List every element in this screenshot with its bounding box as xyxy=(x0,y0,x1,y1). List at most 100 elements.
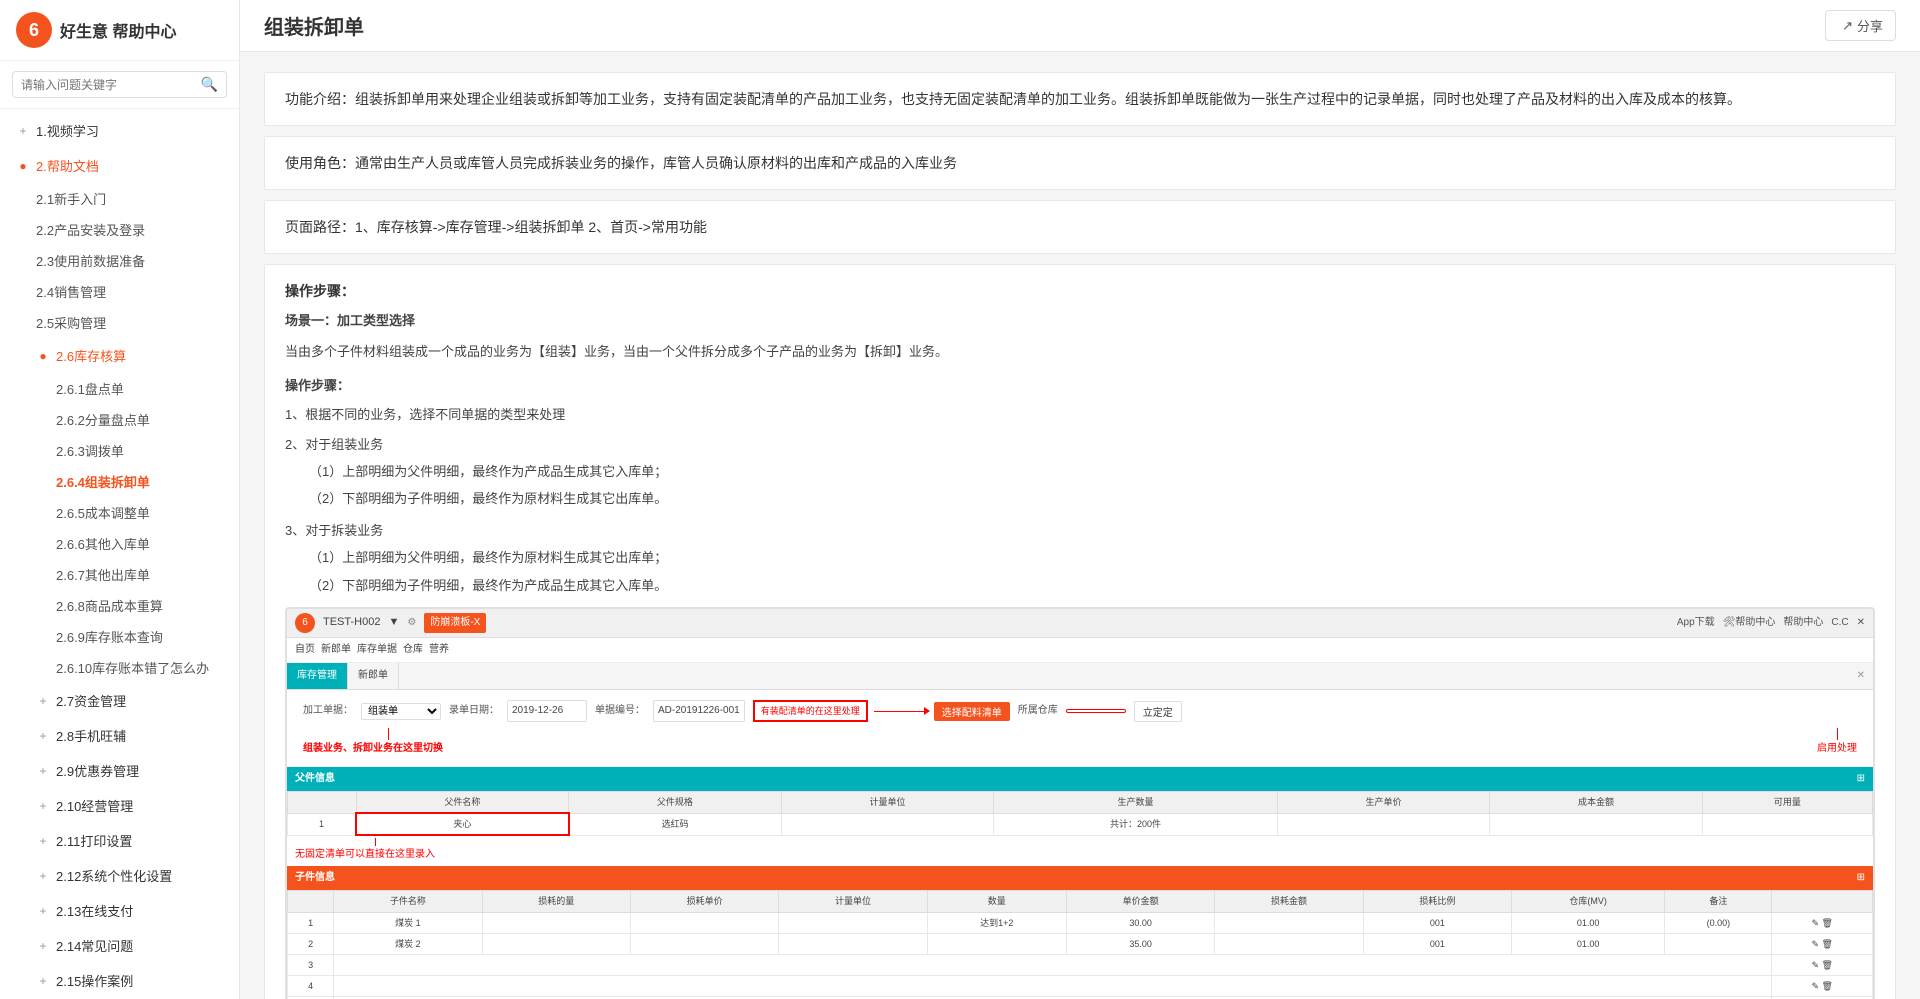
share-icon: ↗ xyxy=(1842,18,1853,34)
step1: 1、根据不同的业务，选择不同单据的类型来处理 xyxy=(285,403,1875,426)
table-row: 2 煤炭 2 35.00 001 xyxy=(288,933,1873,954)
sidebar-item-2-1[interactable]: 2.1新手入门 xyxy=(0,183,239,214)
share-label: 分享 xyxy=(1857,16,1883,35)
sidebar-item-2-6-8[interactable]: 2.6.8商品成本重算 xyxy=(0,590,239,621)
table-row: 4 ✎ 🗑 xyxy=(288,976,1873,997)
mock-nav-home: 自页 xyxy=(295,641,315,659)
sidebar-item-2-15[interactable]: + 2.15操作案例 xyxy=(0,963,239,998)
main-content: 组装拆卸单 ↗ 分享 功能介绍：组装拆卸单用来处理企业组装或拆卸等加工业务，支持… xyxy=(240,0,1920,999)
mock-th-6: 成本金额 xyxy=(1490,792,1703,814)
mock-btn-submit[interactable]: 立定定 xyxy=(1134,701,1182,722)
mock-ctd-3-0: 4 xyxy=(288,976,334,997)
mock-tab-kucun[interactable]: 库存管理 xyxy=(287,663,348,689)
mock-version: ⚙ xyxy=(407,614,416,632)
expand-icon-2-7: + xyxy=(36,694,50,708)
search-icon[interactable]: 🔍 xyxy=(201,76,218,93)
mock-nav-warehouse: 仓库 xyxy=(403,641,423,659)
mock-th-1: 父件名称 xyxy=(356,792,569,814)
mock-ctd-0-10: (0.00) xyxy=(1665,912,1772,933)
sidebar-item-2-10[interactable]: + 2.10经营管理 xyxy=(0,788,239,823)
mock-cth-6: 单价金额 xyxy=(1066,891,1214,912)
mock-td-avail xyxy=(1702,813,1872,835)
mock-ctd-1-4 xyxy=(779,933,927,954)
sidebar-item-label-1: 1.视频学习 xyxy=(36,121,99,140)
mock-select-jiagong[interactable]: 组装单 拆卸单 xyxy=(361,703,441,720)
scene1-title: 场景一：加工类型选择 xyxy=(285,309,1875,332)
sidebar-item-2-6-3[interactable]: 2.6.3调拨单 xyxy=(0,435,239,466)
mock-ctd-0-6: 30.00 xyxy=(1066,912,1214,933)
mock-ctd-2-rest xyxy=(334,955,1772,976)
mock-ctd-0-1: 煤炭 1 xyxy=(334,912,482,933)
mock-th-5: 生产单价 xyxy=(1277,792,1490,814)
sidebar-item-2-3[interactable]: 2.3使用前数据准备 xyxy=(0,245,239,276)
steps-label: 操作步骤： xyxy=(285,374,1875,397)
sidebar-item-2-6-9[interactable]: 2.6.9库存账本查询 xyxy=(0,621,239,652)
mock-logo: 6 xyxy=(295,613,315,633)
step2: 2、对于组装业务 xyxy=(285,433,1875,456)
sidebar-item-2-6-2[interactable]: 2.6.2分量盘点单 xyxy=(0,404,239,435)
sidebar-item-2-7[interactable]: + 2.7资金管理 xyxy=(0,683,239,718)
mock-cangku-input[interactable] xyxy=(1066,709,1126,713)
sidebar-item-2-11[interactable]: + 2.11打印设置 xyxy=(0,823,239,858)
screenshot-wrapper: 6 TEST-H002 ▼ ⚙ 防崩溃板-X App下载 🛠帮助中心 帮助中心 … xyxy=(285,607,1875,999)
sidebar-item-label-2-7: 2.7资金管理 xyxy=(56,691,126,710)
mock-tabs: 库存管理 新郎单 ✕ xyxy=(287,663,1873,690)
mock-tab-new[interactable]: 新郎单 xyxy=(348,663,399,689)
sidebar-item-2-6-1[interactable]: 2.6.1盘点单 xyxy=(0,373,239,404)
sidebar-item-2-2[interactable]: 2.2产品安装及登录 xyxy=(0,214,239,245)
sidebar-item-2-6-5[interactable]: 2.6.5成本调整单 xyxy=(0,497,239,528)
mock-child-header: 子件信息 ⊞ xyxy=(287,866,1873,890)
search-area: 🔍 xyxy=(0,61,239,109)
mock-td-spec: 选红码 xyxy=(569,813,782,835)
sidebar-item-2-6[interactable]: ● 2.6库存核算 xyxy=(0,338,239,373)
search-box[interactable]: 🔍 xyxy=(12,71,227,98)
sidebar-item-2-4[interactable]: 2.4销售管理 xyxy=(0,276,239,307)
sidebar-item-2-6-10[interactable]: 2.6.10库存账本错了怎么办 xyxy=(0,652,239,683)
share-button[interactable]: ↗ 分享 xyxy=(1825,10,1896,41)
sidebar-item-2-12[interactable]: + 2.12系统个性化设置 xyxy=(0,858,239,893)
mock-annotation1-area: 有装配清单的在这里处理 选择配料清单 xyxy=(753,700,1010,722)
mock-th-0 xyxy=(288,792,357,814)
mock-cth-4: 计量单位 xyxy=(779,891,927,912)
mock-label-date: 录单日期： xyxy=(449,702,499,720)
sidebar-item-2-8[interactable]: + 2.8手机旺辅 xyxy=(0,718,239,753)
sidebar-item-docs[interactable]: ● 2.帮助文档 xyxy=(0,148,239,183)
mock-dropdown-icon: ▼ xyxy=(388,613,399,633)
path-text: 页面路径：1、库存核算->库存管理->组装拆卸单 2、首页->常用功能 xyxy=(285,217,1875,237)
mock-child-table-wrap: 子件名称 损耗的量 损耗单价 计量单位 数量 单价金额 损耗金额 损耗比例 仓库 xyxy=(287,890,1873,999)
mock-nav-nutrition: 营养 xyxy=(429,641,449,659)
sidebar-item-2-6-7[interactable]: 2.6.7其他出库单 xyxy=(0,559,239,590)
logo-area: 6 好生意 帮助中心 xyxy=(0,0,239,61)
expand-icon-2-13: + xyxy=(36,904,50,918)
mock-cth-8: 损耗比例 xyxy=(1363,891,1511,912)
mock-tab-spacer: ✕ xyxy=(399,663,1873,689)
mock-label-bianhao: 单据编号： xyxy=(595,702,645,720)
mock-ctd-1-9: 01.00 xyxy=(1512,933,1665,954)
search-input[interactable] xyxy=(21,78,201,92)
mock-ctd-1-11: ✎ 🗑 xyxy=(1772,933,1873,954)
intro-block: 功能介绍：组装拆卸单用来处理企业组装或拆卸等加工业务，支持有固定装配清单的产品加… xyxy=(264,72,1896,126)
sidebar-item-2-5[interactable]: 2.5采购管理 xyxy=(0,307,239,338)
mock-ctd-3-11: ✎ 🗑 xyxy=(1772,976,1873,997)
mock-ctd-3-rest xyxy=(334,976,1772,997)
mock-tab-close: ✕ xyxy=(1857,667,1865,685)
mock-annotation4-area: 无固定清单可以直接在这里录入 xyxy=(287,836,1873,866)
sidebar-item-2-14[interactable]: + 2.14常见问题 xyxy=(0,928,239,963)
mock-cth-11 xyxy=(1772,891,1873,912)
expand-icon-2-9: + xyxy=(36,764,50,778)
mock-annotation-row: 组装业务、拆卸业务在这里切换 启用处理 xyxy=(295,726,1865,760)
sidebar-item-2-9[interactable]: + 2.9优惠券管理 xyxy=(0,753,239,788)
sidebar-item-2-6-6[interactable]: 2.6.6其他入库单 xyxy=(0,528,239,559)
sidebar-item-2-6-4[interactable]: 2.6.4组装拆卸单 xyxy=(0,466,239,497)
expand-icon-2-8: + xyxy=(36,729,50,743)
mock-btn-main: 防崩溃板-X xyxy=(424,613,486,633)
mock-ctd-1-8: 001 xyxy=(1363,933,1511,954)
expand-icon-2-10: + xyxy=(36,799,50,813)
sidebar-item-2-13[interactable]: + 2.13在线支付 xyxy=(0,893,239,928)
expand-icon-2-11: + xyxy=(36,834,50,848)
sidebar-item-videos[interactable]: + 1.视频学习 xyxy=(0,113,239,148)
mock-ctd-0-2 xyxy=(482,912,630,933)
mock-close-icon: ✕ xyxy=(1857,614,1865,632)
mock-cth-1: 子件名称 xyxy=(334,891,482,912)
mock-btn-peizhi[interactable]: 选择配料清单 xyxy=(934,702,1010,721)
